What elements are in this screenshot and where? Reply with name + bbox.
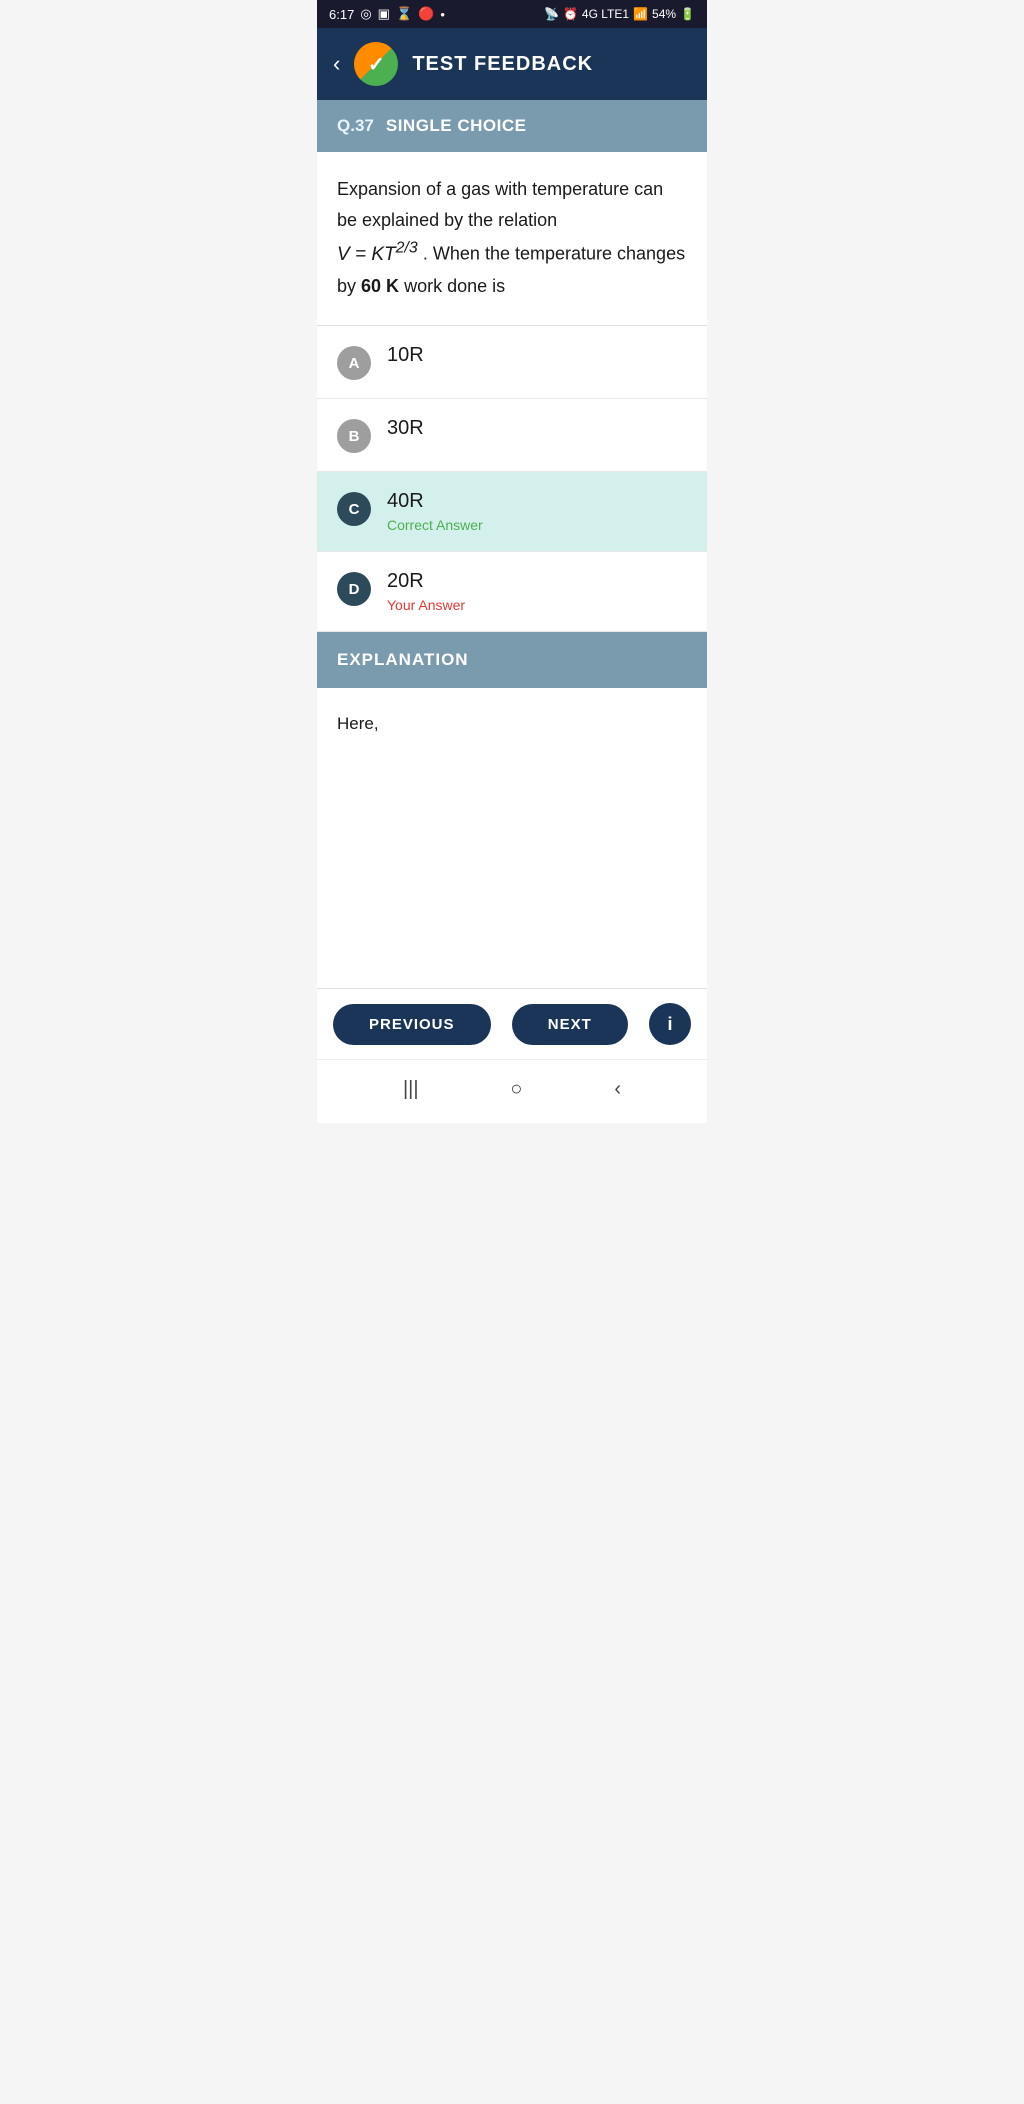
info-button[interactable]: i [649,1003,691,1045]
question-body: Expansion of a gas with temperature can … [317,152,707,326]
option-b-label: B [349,428,360,445]
option-b-badge: B [337,419,371,453]
option-c[interactable]: C 40R Correct Answer [317,472,707,552]
status-time: 6:17 [329,7,354,22]
bottom-nav: PREVIOUS NEXT i [317,988,707,1059]
network-info: 4G LTE1 [582,7,629,21]
question-number: Q.37 [337,116,374,136]
option-d-content: 20R Your Answer [387,570,687,613]
signal-icon: 📶 [633,7,648,21]
question-text-part3: work done is [404,276,505,296]
explanation-text: Here, [337,710,687,739]
question-temp-value: 60 K [361,276,399,296]
explanation-title: EXPLANATION [337,650,469,669]
options-container: A 10R B 30R C 40R Correct Answer D 20R Y… [317,326,707,632]
message-icon: ▣ [378,6,390,22]
timer-icon: ⌛ [396,6,412,22]
status-left: 6:17 ◎ ▣ ⌛ 🔴 • [329,6,445,22]
battery-icon: 🔋 [680,7,695,21]
option-a-label: A [349,355,360,372]
back-button[interactable]: ‹ [333,53,340,75]
header-title: TEST FEEDBACK [412,53,593,76]
android-menu-button[interactable]: ||| [383,1072,439,1107]
option-b-text: 30R [387,417,424,439]
check-icon: ✓ [368,52,385,77]
cast-icon: 📡 [544,7,559,21]
question-type: SINGLE CHOICE [386,116,527,136]
question-formula: V = KT2/3 [337,244,423,265]
correct-answer-label: Correct Answer [387,517,687,533]
app-icon: 🔴 [418,6,434,22]
option-b[interactable]: B 30R [317,399,707,472]
option-a[interactable]: A 10R [317,326,707,399]
next-button[interactable]: NEXT [512,1004,628,1045]
header: ‹ ✓ TEST FEEDBACK [317,28,707,100]
status-bar: 6:17 ◎ ▣ ⌛ 🔴 • 📡 ⏰ 4G LTE1 📶 54% 🔋 [317,0,707,28]
option-d-badge: D [337,572,371,606]
whatsapp-icon: ◎ [360,6,371,22]
option-c-badge: C [337,492,371,526]
option-c-label: C [349,501,360,518]
android-back-button[interactable]: ‹ [594,1072,641,1107]
option-a-badge: A [337,346,371,380]
question-meta: Q.37 SINGLE CHOICE [337,116,687,136]
question-header: Q.37 SINGLE CHOICE [317,100,707,152]
android-home-button[interactable]: ○ [490,1072,542,1107]
option-a-content: 10R [387,344,687,367]
explanation-header: EXPLANATION [317,632,707,688]
question-text-part1: Expansion of a gas with temperature can … [337,179,663,230]
alarm-icon: ⏰ [563,7,578,21]
option-b-content: 30R [387,417,687,440]
your-answer-label: Your Answer [387,597,687,613]
question-text: Expansion of a gas with temperature can … [337,174,687,301]
android-nav-bar: ||| ○ ‹ [317,1059,707,1123]
dot-indicator: • [440,7,445,22]
previous-button[interactable]: PREVIOUS [333,1004,491,1045]
option-a-text: 10R [387,344,424,366]
explanation-body: Here, [317,688,707,988]
option-d-label: D [349,581,360,598]
battery-info: 54% [652,7,676,21]
app-logo: ✓ [354,42,398,86]
option-c-content: 40R Correct Answer [387,490,687,533]
status-right: 📡 ⏰ 4G LTE1 📶 54% 🔋 [544,7,695,21]
option-c-text: 40R [387,490,424,512]
option-d[interactable]: D 20R Your Answer [317,552,707,632]
option-d-text: 20R [387,570,424,592]
